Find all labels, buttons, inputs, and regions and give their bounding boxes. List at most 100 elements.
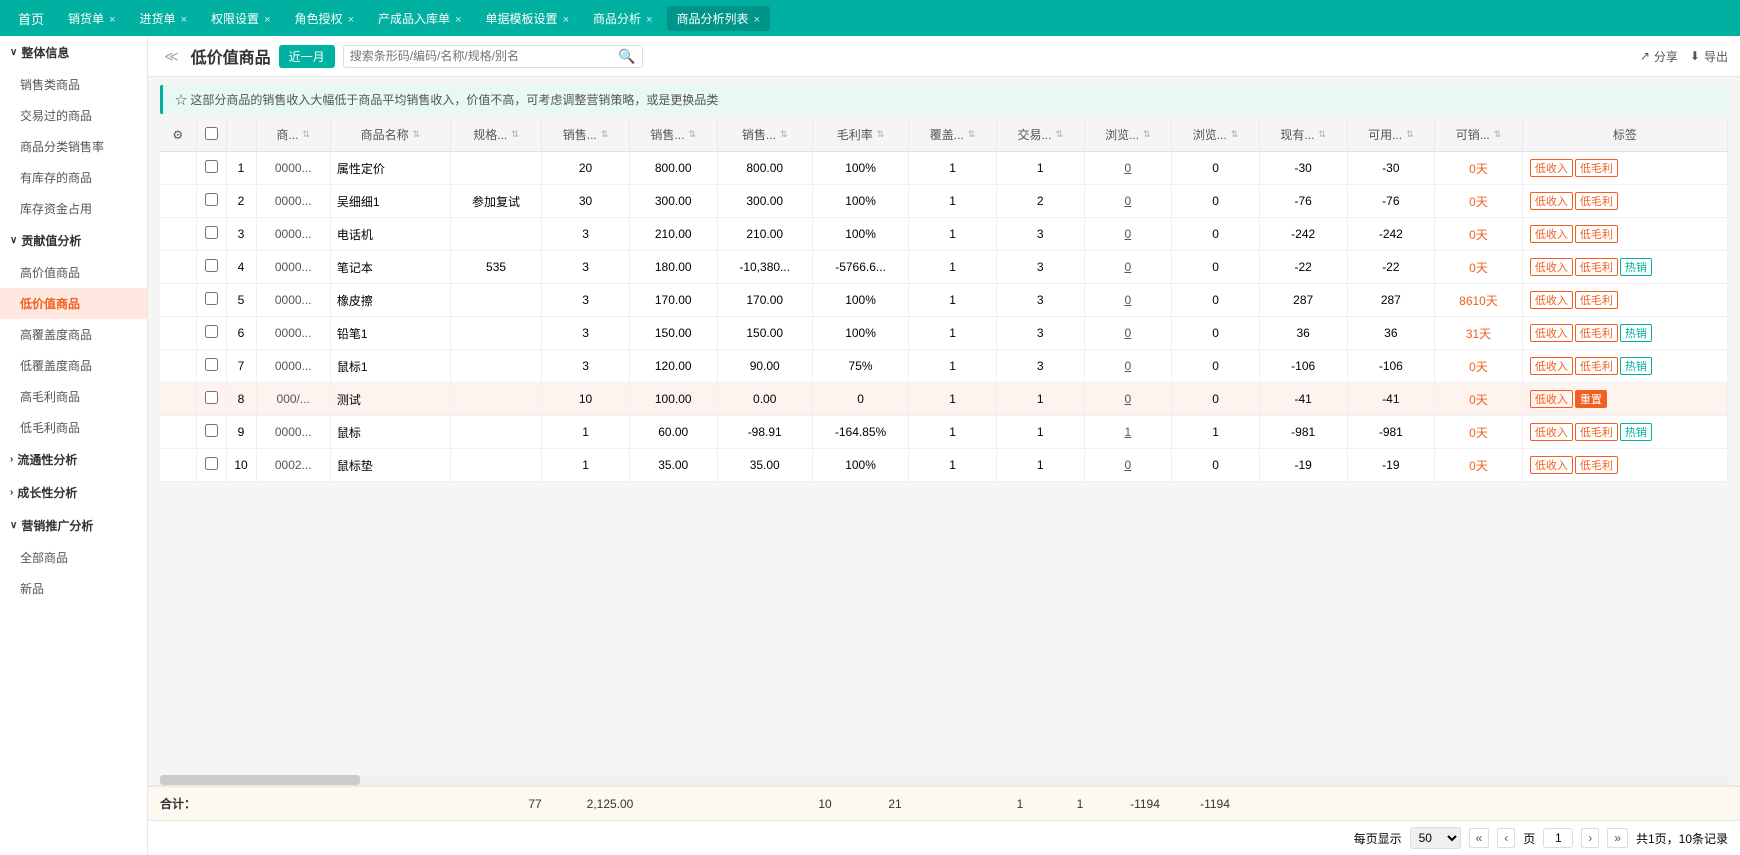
nav-close-icon[interactable]: × — [345, 14, 354, 26]
checkbox-column-header[interactable] — [196, 118, 226, 152]
nav-close-icon[interactable]: × — [560, 14, 569, 26]
row-checkbox[interactable] — [205, 457, 218, 470]
nav-product-analysis-list[interactable]: 商品分析列表 × — [667, 6, 771, 31]
horizontal-scrollbar[interactable] — [160, 775, 1728, 785]
search-input[interactable] — [350, 49, 619, 63]
sidebar-group-growth[interactable]: › 成长性分析 — [0, 476, 147, 509]
sidebar-item-category-sales-rate[interactable]: 商品分类销售率 — [0, 131, 147, 162]
sidebar-item-high-value[interactable]: 高价值商品 — [0, 257, 147, 288]
available-column-header[interactable]: 可用...⇅ — [1347, 118, 1435, 152]
browse1-link[interactable]: 0 — [1125, 161, 1132, 175]
nav-permission-settings[interactable]: 权限设置 × — [201, 6, 281, 31]
prev-page-button[interactable]: ‹ — [1497, 828, 1515, 848]
row-browse1-cell[interactable]: 0 — [1084, 350, 1172, 383]
spec-column-header[interactable]: 规格...⇅ — [450, 118, 541, 152]
gross-margin-column-header[interactable]: 毛利率⇅ — [812, 118, 908, 152]
row-checkbox-cell[interactable] — [196, 449, 226, 482]
row-browse1-cell[interactable]: 0 — [1084, 284, 1172, 317]
row-browse1-cell[interactable]: 0 — [1084, 317, 1172, 350]
export-button[interactable]: ⬇ 导出 — [1690, 48, 1728, 65]
settings-icon[interactable]: ⚙ — [172, 128, 183, 142]
browse1-link[interactable]: 1 — [1125, 425, 1132, 439]
nav-template-settings[interactable]: 单据模板设置 × — [476, 6, 580, 31]
sidebar-item-low-margin[interactable]: 低毛利商品 — [0, 412, 147, 443]
row-checkbox[interactable] — [205, 259, 218, 272]
row-checkbox-cell[interactable] — [196, 251, 226, 284]
browse1-link[interactable]: 0 — [1125, 326, 1132, 340]
row-checkbox-cell[interactable] — [196, 383, 226, 416]
row-checkbox[interactable] — [205, 325, 218, 338]
sale-price-column-header[interactable]: 销售...⇅ — [629, 118, 717, 152]
sidebar-group-overall[interactable]: ∨ 整体信息 — [0, 36, 147, 69]
row-checkbox-cell[interactable] — [196, 416, 226, 449]
sidebar-item-all-products[interactable]: 全部商品 — [0, 542, 147, 573]
nav-close-icon[interactable]: × — [178, 14, 187, 26]
name-column-header[interactable]: 商品名称⇅ — [330, 118, 450, 152]
browse1-column-header[interactable]: 浏览...⇅ — [1084, 118, 1172, 152]
nav-close-icon[interactable]: × — [751, 14, 760, 26]
page-number-input[interactable] — [1543, 828, 1573, 848]
settings-column-header[interactable]: ⚙ — [160, 118, 196, 152]
sidebar-item-new-products[interactable]: 新品 — [0, 573, 147, 604]
sidebar-group-marketing[interactable]: ∨ 营销推广分析 — [0, 509, 147, 542]
row-browse1-cell[interactable]: 1 — [1084, 416, 1172, 449]
row-checkbox-cell[interactable] — [196, 218, 226, 251]
row-checkbox[interactable] — [205, 193, 218, 206]
row-checkbox[interactable] — [205, 226, 218, 239]
row-checkbox[interactable] — [205, 358, 218, 371]
browse1-link[interactable]: 0 — [1125, 359, 1132, 373]
row-browse1-cell[interactable]: 0 — [1084, 218, 1172, 251]
browse1-link[interactable]: 0 — [1125, 194, 1132, 208]
current-column-header[interactable]: 现有...⇅ — [1259, 118, 1347, 152]
sidebar-item-low-value[interactable]: 低价值商品 — [0, 288, 147, 319]
last-page-button[interactable]: » — [1607, 828, 1628, 848]
row-checkbox[interactable] — [205, 391, 218, 404]
browse1-link[interactable]: 0 — [1125, 260, 1132, 274]
nav-home[interactable]: 首页 — [8, 5, 54, 32]
nav-close-icon[interactable]: × — [106, 14, 115, 26]
nav-close-icon[interactable]: × — [261, 14, 270, 26]
row-checkbox[interactable] — [205, 292, 218, 305]
filter-recent-month-button[interactable]: 近一月 — [279, 45, 335, 68]
row-checkbox-cell[interactable] — [196, 350, 226, 383]
sidebar-group-contribution[interactable]: ∨ 贡献值分析 — [0, 224, 147, 257]
browse2-column-header[interactable]: 浏览...⇅ — [1172, 118, 1260, 152]
row-browse1-cell[interactable]: 0 — [1084, 383, 1172, 416]
sidebar-item-high-margin[interactable]: 高毛利商品 — [0, 381, 147, 412]
sidebar-item-traded-products[interactable]: 交易过的商品 — [0, 100, 147, 131]
nav-role-auth[interactable]: 角色授权 × — [285, 6, 365, 31]
browse1-link[interactable]: 0 — [1125, 458, 1132, 472]
next-page-button[interactable]: › — [1581, 828, 1599, 848]
sidebar-item-high-coverage[interactable]: 高覆盖度商品 — [0, 319, 147, 350]
nav-finished-goods[interactable]: 产成品入库单 × — [368, 6, 472, 31]
row-browse1-cell[interactable]: 0 — [1084, 185, 1172, 218]
row-browse1-cell[interactable]: 0 — [1084, 152, 1172, 185]
row-browse1-cell[interactable]: 0 — [1084, 251, 1172, 284]
saleable-column-header[interactable]: 可销...⇅ — [1435, 118, 1523, 152]
scrollbar-thumb[interactable] — [160, 775, 360, 785]
trade-column-header[interactable]: 交易...⇅ — [996, 118, 1084, 152]
sidebar-item-sales-products[interactable]: 销售类商品 — [0, 69, 147, 100]
row-browse1-cell[interactable]: 0 — [1084, 449, 1172, 482]
row-checkbox[interactable] — [205, 160, 218, 173]
browse1-link[interactable]: 0 — [1125, 293, 1132, 307]
row-checkbox-cell[interactable] — [196, 185, 226, 218]
sale-qty-column-header[interactable]: 销售...⇅ — [542, 118, 630, 152]
first-page-button[interactable]: « — [1469, 828, 1490, 848]
row-checkbox[interactable] — [205, 424, 218, 437]
sidebar-group-circulation[interactable]: › 流通性分析 — [0, 443, 147, 476]
per-page-select[interactable]: 50 100 200 — [1410, 827, 1461, 849]
sidebar-item-stocked-products[interactable]: 有库存的商品 — [0, 162, 147, 193]
sidebar-collapse-button[interactable]: ≪ — [160, 48, 183, 65]
select-all-checkbox[interactable] — [205, 127, 218, 140]
nav-product-analysis[interactable]: 商品分析 × — [583, 6, 663, 31]
sale-amount-column-header[interactable]: 销售...⇅ — [717, 118, 812, 152]
sidebar-item-low-coverage[interactable]: 低覆盖度商品 — [0, 350, 147, 381]
sidebar-item-inventory-capital[interactable]: 库存资金占用 — [0, 193, 147, 224]
nav-sales-order[interactable]: 销货单 × — [58, 6, 126, 31]
browse1-link[interactable]: 0 — [1125, 392, 1132, 406]
nav-close-icon[interactable]: × — [643, 14, 652, 26]
search-icon[interactable]: 🔍 — [618, 48, 635, 65]
coverage-column-header[interactable]: 覆盖...⇅ — [909, 118, 997, 152]
nav-purchase-order[interactable]: 进货单 × — [130, 6, 198, 31]
